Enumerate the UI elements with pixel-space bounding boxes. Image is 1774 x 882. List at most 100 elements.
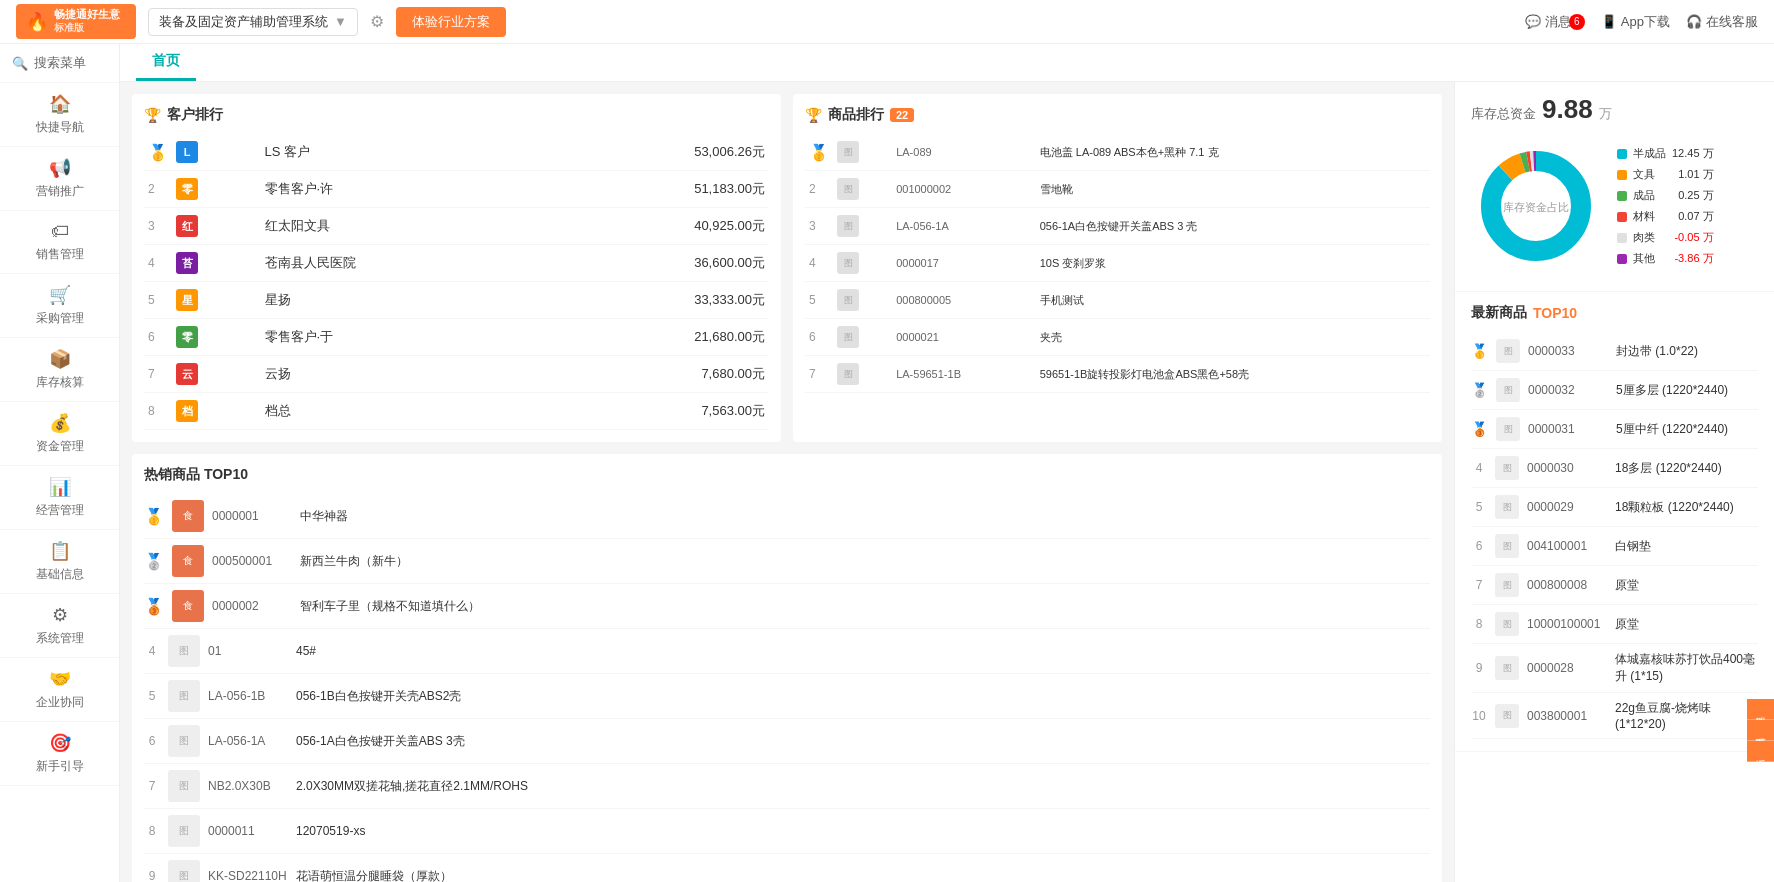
rank-num: 5 <box>144 282 172 319</box>
rank-avatar-cell: 星 <box>172 282 257 319</box>
legend-item: 其他 -3.86 万 <box>1617 251 1714 266</box>
medal-gold: 🥇 <box>144 507 164 526</box>
hot-code: LA-056-1A <box>208 734 288 748</box>
legend-name: 成品 <box>1633 188 1672 203</box>
hot-img-placeholder: 图 <box>168 725 200 757</box>
legend-item: 文具 1.01 万 <box>1617 167 1714 182</box>
np-img: 图 <box>1496 339 1520 363</box>
prod-code: 001000002 <box>892 171 1036 208</box>
legend-name: 文具 <box>1633 167 1672 182</box>
float-btn-service[interactable]: 客服热线 <box>1747 699 1774 720</box>
sidebar-item-basic[interactable]: 📋 基础信息 <box>0 530 119 594</box>
sidebar-label: 营销推广 <box>36 183 84 200</box>
sidebar-item-marketing[interactable]: 📢 营销推广 <box>0 147 119 211</box>
rank-avatar-cell: 云 <box>172 356 257 393</box>
corp-icon: 🤝 <box>49 668 71 690</box>
np-name: 18颗粒板 (1220*2440) <box>1615 499 1758 516</box>
np-code: 0000033 <box>1528 344 1608 358</box>
sidebar-label: 资金管理 <box>36 438 84 455</box>
legend-value: 0.07 万 <box>1678 209 1713 224</box>
system-selector[interactable]: 装备及固定资产辅助管理系统 ▼ <box>148 8 358 36</box>
finance-icon: 💰 <box>49 412 71 434</box>
table-row: 3 图 LA-056-1A 056-1A白色按键开关盖ABS 3 壳 <box>805 208 1430 245</box>
sidebar-search[interactable]: 🔍 搜索菜单 <box>0 44 119 83</box>
online-service-btn[interactable]: 🎧 在线客服 <box>1686 13 1758 31</box>
prod-name: 10S 变刹罗浆 <box>1036 245 1430 282</box>
sidebar-item-operation[interactable]: 📊 经营管理 <box>0 466 119 530</box>
sidebar-label: 企业协同 <box>36 694 84 711</box>
np-code: 004100001 <box>1527 539 1607 553</box>
rank-name: 云扬 <box>257 356 547 393</box>
search-label: 搜索菜单 <box>34 54 86 72</box>
list-item: 🥈 图 0000032 5厘多层 (1220*2440) <box>1471 371 1758 410</box>
table-row: 4 图 0000017 10S 变刹罗浆 <box>805 245 1430 282</box>
legend-item: 半成品 12.45 万 <box>1617 146 1714 161</box>
sidebar-item-quick-nav[interactable]: 🏠 快捷导航 <box>0 83 119 147</box>
brand-logo: 🔥 畅捷通好生意 标准版 <box>16 4 136 39</box>
hot-name: 2.0X30MM双搓花轴,搓花直径2.1MM/ROHS <box>296 778 1430 795</box>
hot-img-placeholder: 图 <box>168 680 200 712</box>
legend-value: -3.86 万 <box>1674 251 1713 266</box>
legend-dot <box>1617 170 1627 180</box>
hot-name: 056-1B白色按键开关壳ABS2壳 <box>296 688 1430 705</box>
table-row: 2 零 零售客户·许 51,183.00元 <box>144 171 769 208</box>
rank-avatar: 档 <box>176 400 198 422</box>
np-img: 图 <box>1495 456 1519 480</box>
table-row: 7 图 LA-59651-1B 59651-1B旋转投影灯电池盒ABS黑色+58… <box>805 356 1430 393</box>
hot-code: 01 <box>208 644 288 658</box>
sidebar-item-finance[interactable]: 💰 资金管理 <box>0 402 119 466</box>
home-icon: 🏠 <box>49 93 71 115</box>
sidebar-item-inventory[interactable]: 📦 库存核算 <box>0 338 119 402</box>
prod-code: LA-056-1A <box>892 208 1036 245</box>
top-header: 🔥 畅捷通好生意 标准版 装备及固定资产辅助管理系统 ▼ ⚙ 体验行业方案 💬 … <box>0 0 1774 44</box>
rank-avatar-cell: 零 <box>172 171 257 208</box>
sidebar-item-guide[interactable]: 🎯 新手引导 <box>0 722 119 786</box>
prod-img: 图 <box>837 141 859 163</box>
brand-name: 畅捷通好生意 <box>54 8 120 21</box>
system-icon: ⚙ <box>52 604 68 626</box>
sidebar-label: 新手引导 <box>36 758 84 775</box>
trial-button[interactable]: 体验行业方案 <box>396 7 506 37</box>
gear-icon[interactable]: ⚙ <box>370 12 384 31</box>
app-download-btn[interactable]: 📱 App下载 <box>1601 13 1670 31</box>
table-row: 8 档 档总 7,563.00元 <box>144 393 769 430</box>
hot-name: 12070519-xs <box>296 824 1430 838</box>
list-item: 🥉 图 0000031 5厘中纤 (1220*2440) <box>1471 410 1758 449</box>
np-code: 003800001 <box>1527 709 1607 723</box>
rank-amount: 7,680.00元 <box>547 356 769 393</box>
table-row: 4 苔 苍南县人民医院 36,600.00元 <box>144 245 769 282</box>
guide-icon: 🎯 <box>49 732 71 754</box>
tab-home[interactable]: 首页 <box>136 44 196 81</box>
sidebar: 🔍 搜索菜单 🏠 快捷导航 📢 营销推广 🏷 销售管理 🛒 采购管理 📦 库存核… <box>0 44 120 882</box>
rank-avatar: 云 <box>176 363 198 385</box>
list-item: 7 图 NB2.0X30B 2.0X30MM双搓花轴,搓花直径2.1MM/ROH… <box>144 764 1430 809</box>
rank-amount: 7,563.00元 <box>547 393 769 430</box>
inventory-unit: 万 <box>1599 105 1612 123</box>
hot-code: 0000011 <box>208 824 288 838</box>
list-item: 🥇 食 0000001 中华神器 <box>144 494 1430 539</box>
np-code: 0000032 <box>1528 383 1608 397</box>
message-btn[interactable]: 💬 消息 6 <box>1525 13 1585 31</box>
hot-img: 食 <box>172 590 204 622</box>
hot-name: 新西兰牛肉（新牛） <box>300 553 1430 570</box>
trophy-icon: 🏆 <box>144 107 161 123</box>
rank-num: 8 <box>144 393 172 430</box>
product-ranking-card: 🏆 商品排行 22 🥇 图 LA-089 电池盖 LA-089 ABS本色+黑种… <box>793 94 1442 442</box>
prod-img: 图 <box>837 363 859 385</box>
sidebar-item-sales[interactable]: 🏷 销售管理 <box>0 211 119 274</box>
list-item: 🥉 食 0000002 智利车子里（规格不知道填什么） <box>144 584 1430 629</box>
float-btn-live[interactable]: 直播 <box>1747 741 1774 762</box>
rank-avatar-cell: 红 <box>172 208 257 245</box>
list-item: 4 图 01 45# <box>144 629 1430 674</box>
np-name: 封边带 (1.0*22) <box>1616 343 1758 360</box>
prod-img: 图 <box>837 178 859 200</box>
sidebar-item-system[interactable]: ⚙ 系统管理 <box>0 594 119 658</box>
list-item: 10 图 003800001 22g鱼豆腐-烧烤味 (1*12*20) <box>1471 693 1758 739</box>
rank-avatar-cell: 苔 <box>172 245 257 282</box>
sidebar-item-purchase[interactable]: 🛒 采购管理 <box>0 274 119 338</box>
float-btn-community[interactable]: 服务社区 <box>1747 720 1774 741</box>
sidebar-item-corp[interactable]: 🤝 企业协同 <box>0 658 119 722</box>
list-item: 5 图 0000029 18颗粒板 (1220*2440) <box>1471 488 1758 527</box>
rank-avatar: 星 <box>176 289 198 311</box>
hot-rank: 7 <box>144 779 160 793</box>
